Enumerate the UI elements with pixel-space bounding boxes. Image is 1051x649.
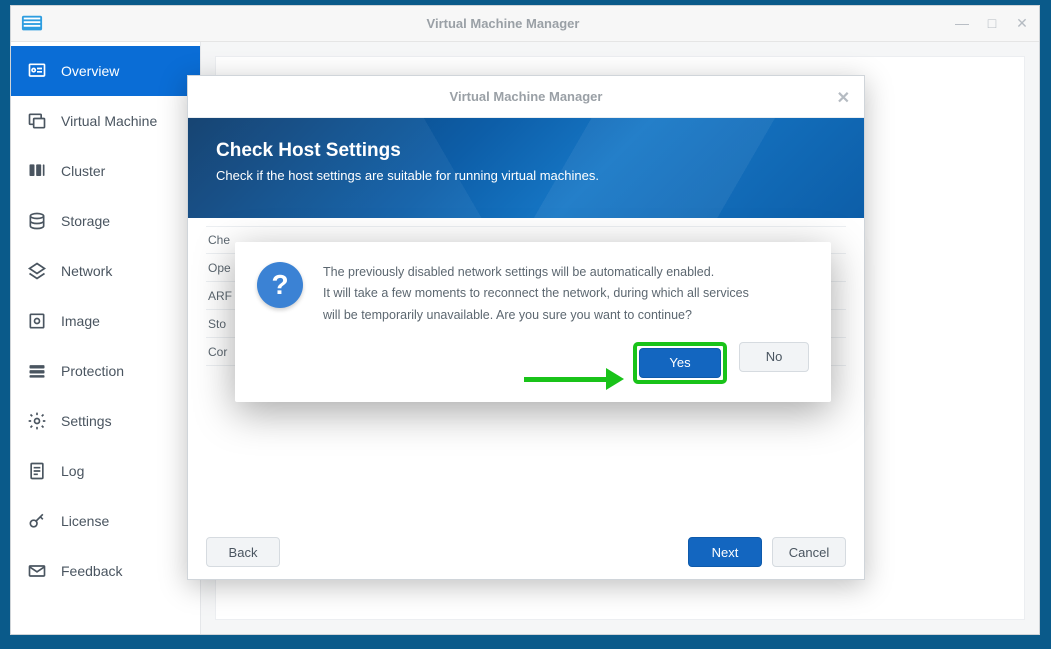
sidebar-item-label: Log [61,463,84,479]
sidebar-item-network[interactable]: Network [11,246,200,296]
protection-icon [27,361,47,381]
sidebar-item-label: Network [61,263,112,279]
sidebar-item-image[interactable]: Image [11,296,200,346]
mail-icon [27,561,47,581]
sidebar-item-log[interactable]: Log [11,446,200,496]
annotation-arrow [524,370,624,388]
log-icon [27,461,47,481]
overview-icon [27,61,47,81]
wizard-heading: Check Host Settings [216,140,836,162]
back-button[interactable]: Back [206,537,280,567]
sidebar-item-license[interactable]: License [11,496,200,546]
app-icon [21,13,43,35]
sidebar-item-virtual-machine[interactable]: Virtual Machine [11,96,200,146]
wizard-footer: Back Next Cancel [188,523,864,581]
sidebar-item-label: Settings [61,413,112,429]
wizard-close-button[interactable]: ✕ [837,88,850,108]
cluster-icon [27,161,47,181]
question-icon: ? [257,262,303,308]
network-icon [27,261,47,281]
wizard-subheading: Check if the host settings are suitable … [216,168,836,183]
window-title: Virtual Machine Manager [51,16,955,31]
sidebar-item-label: Storage [61,213,110,229]
storage-icon [27,211,47,231]
vm-icon [27,111,47,131]
next-button[interactable]: Next [688,537,762,567]
window-controls: — □ ✕ [955,15,1029,32]
wizard-banner: Check Host Settings Check if the host se… [188,118,864,218]
sidebar: Overview Virtual Machine Cluster Storage… [11,42,201,634]
key-icon [27,511,47,531]
titlebar: Virtual Machine Manager — □ ✕ [11,6,1039,42]
no-button[interactable]: No [739,342,809,372]
sidebar-item-settings[interactable]: Settings [11,396,200,446]
gear-icon [27,411,47,431]
image-icon [27,311,47,331]
sidebar-item-label: License [61,513,109,529]
sidebar-item-label: Protection [61,363,124,379]
sidebar-item-protection[interactable]: Protection [11,346,200,396]
sidebar-item-cluster[interactable]: Cluster [11,146,200,196]
minimize-button[interactable]: — [955,15,969,32]
sidebar-item-label: Image [61,313,100,329]
sidebar-item-label: Feedback [61,563,122,579]
confirm-line: will be temporarily unavailable. Are you… [323,305,749,326]
cancel-button[interactable]: Cancel [772,537,846,567]
confirm-line: It will take a few moments to reconnect … [323,283,749,304]
wizard-title: Virtual Machine Manager [450,89,603,104]
sidebar-item-label: Cluster [61,163,105,179]
confirm-message: The previously disabled network settings… [323,262,749,326]
sidebar-item-feedback[interactable]: Feedback [11,546,200,596]
close-button[interactable]: ✕ [1015,15,1029,32]
sidebar-item-label: Virtual Machine [61,113,157,129]
confirm-line: The previously disabled network settings… [323,262,749,283]
sidebar-item-label: Overview [61,63,119,79]
wizard-titlebar: Virtual Machine Manager ✕ [188,76,864,118]
yes-button[interactable]: Yes [639,348,721,378]
sidebar-item-overview[interactable]: Overview [11,46,200,96]
maximize-button[interactable]: □ [985,15,999,32]
sidebar-item-storage[interactable]: Storage [11,196,200,246]
annotation-highlight: Yes [633,342,727,384]
